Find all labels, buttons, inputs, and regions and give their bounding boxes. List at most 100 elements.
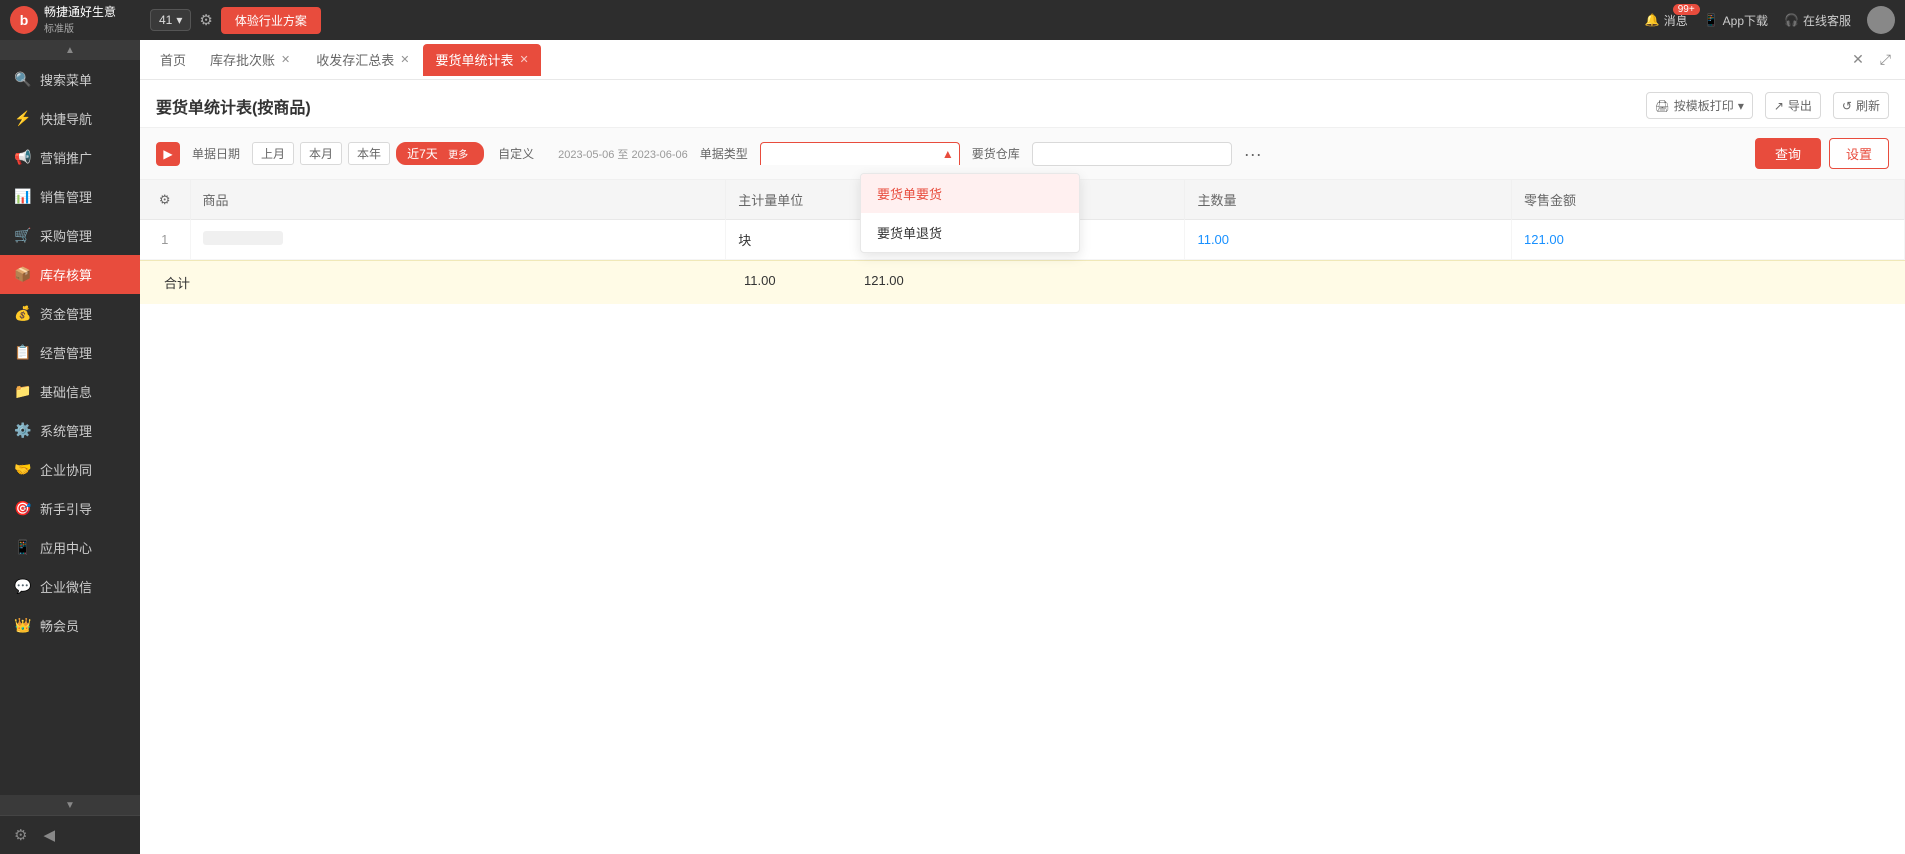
chevron-down-icon: ▾ <box>1738 99 1744 113</box>
main-layout: ▲ 🔍 搜索菜单 ⚡ 快捷导航 📢 营销推广 📊 销售管理 🛒 采购管理 <box>0 40 1905 854</box>
sidebar-item-member[interactable]: 👑 畅会员 <box>0 606 140 645</box>
company-selector[interactable]: 41 ▾ <box>150 9 191 31</box>
sidebar-item-label: 基础信息 <box>40 382 92 401</box>
filter-expand-button[interactable]: ▶ <box>156 142 180 166</box>
sidebar-nav: 🔍 搜索菜单 ⚡ 快捷导航 📢 营销推广 📊 销售管理 🛒 采购管理 📦 <box>0 60 140 795</box>
settings-gear: ⚙ <box>159 192 171 207</box>
promo-button[interactable]: 体验行业方案 <box>221 7 321 34</box>
sidebar-item-label: 企业微信 <box>40 577 92 596</box>
user-avatar[interactable] <box>1867 6 1895 34</box>
inventory-icon: 📦 <box>14 266 32 284</box>
sidebar-item-label: 应用中心 <box>40 538 92 557</box>
warehouse-input[interactable] <box>1032 142 1232 166</box>
sidebar-item-marketing[interactable]: 📢 营销推广 <box>0 138 140 177</box>
col-settings[interactable]: ⚙ <box>140 180 190 220</box>
sidebar-item-label: 企业协同 <box>40 460 92 479</box>
sidebar-item-label: 库存核算 <box>40 265 92 284</box>
sidebar-item-wechat[interactable]: 💬 企业微信 <box>0 567 140 606</box>
footer-label: 合计 <box>152 273 732 292</box>
marketing-icon: 📢 <box>14 149 32 167</box>
top-header: b 畅捷通好生意 标准版 41 ▾ ⚙ 体验行业方案 🔔 消息 99+ 📱 Ap… <box>0 0 1905 40</box>
date-shortcuts: 上月 本月 本年 近7天 更多 自定义 <box>252 142 542 165</box>
tab-receive-summary[interactable]: 收发存汇总表 ✕ <box>304 44 421 76</box>
tab-close-all-icon[interactable]: ✕ <box>1848 47 1868 72</box>
print-button[interactable]: 🖨 按模板打印 ▾ <box>1646 92 1753 119</box>
sidebar-scroll-up[interactable]: ▲ <box>0 40 140 60</box>
headset-icon: 🎧 <box>1784 13 1799 27</box>
sidebar-item-purchase[interactable]: 🛒 采购管理 <box>0 216 140 255</box>
export-button[interactable]: ↗ 导出 <box>1765 92 1821 119</box>
app-download-item[interactable]: 📱 App下载 <box>1704 12 1768 29</box>
dropdown-item-order[interactable]: 要货单要货 <box>861 174 1079 213</box>
dropdown-item-return[interactable]: 要货单退货 <box>861 213 1079 252</box>
chevron-down-icon: ▾ <box>176 13 182 27</box>
refresh-button[interactable]: ↺ 刷新 <box>1833 92 1889 119</box>
sidebar-scroll-down[interactable]: ▼ <box>0 795 140 815</box>
search-icon: 🔍 <box>14 71 32 89</box>
filter-actions: 查询 设置 <box>1755 138 1889 169</box>
sidebar-item-system[interactable]: ⚙️ 系统管理 <box>0 411 140 450</box>
header-gear-icon[interactable]: ⚙ <box>199 11 212 29</box>
sidebar-item-search[interactable]: 🔍 搜索菜单 <box>0 60 140 99</box>
sidebar-item-label: 新手引导 <box>40 499 92 518</box>
cell-product <box>190 220 726 260</box>
sidebar-item-operations[interactable]: 📋 经营管理 <box>0 333 140 372</box>
sidebar-item-enterprise[interactable]: 🤝 企业协同 <box>0 450 140 489</box>
expand-icon: ▶ <box>163 147 172 161</box>
sidebar-item-inventory[interactable]: 📦 库存核算 <box>0 255 140 294</box>
footer-quantity: 11.00 <box>732 273 852 292</box>
sidebar-item-sales[interactable]: 📊 销售管理 <box>0 177 140 216</box>
content-area: 首页 库存批次账 ✕ 收发存汇总表 ✕ 要货单统计表 ✕ ✕ ⤢ <box>140 40 1905 854</box>
tab-expand-icon[interactable]: ⤢ <box>1876 47 1895 72</box>
this-year-button[interactable]: 本年 <box>348 142 390 165</box>
tab-bar: 首页 库存批次账 ✕ 收发存汇总表 ✕ 要货单统计表 ✕ ✕ ⤢ <box>140 40 1905 80</box>
tab-home[interactable]: 首页 <box>150 44 196 76</box>
type-input[interactable] <box>760 142 960 165</box>
print-icon: 🖨 <box>1655 99 1670 113</box>
sidebar-bottom: ⚙ ◀ <box>0 815 140 854</box>
tab-order-summary[interactable]: 要货单统计表 ✕ <box>423 44 540 76</box>
tab-close-icon[interactable]: ✕ <box>400 53 409 66</box>
app-name: 畅捷通好生意 <box>44 5 116 21</box>
settings-button[interactable]: 设置 <box>1829 138 1889 169</box>
export-icon: ↗ <box>1774 99 1784 113</box>
sidebar-item-appstore[interactable]: 📱 应用中心 <box>0 528 140 567</box>
sidebar-item-quick-nav[interactable]: ⚡ 快捷导航 <box>0 99 140 138</box>
sidebar: ▲ 🔍 搜索菜单 ⚡ 快捷导航 📢 营销推广 📊 销售管理 🛒 采购管理 <box>0 40 140 854</box>
this-month-button[interactable]: 本月 <box>300 142 342 165</box>
tab-close-icon[interactable]: ✕ <box>281 53 290 66</box>
product-placeholder <box>203 231 283 245</box>
sidebar-item-label: 搜索菜单 <box>40 70 92 89</box>
chevron-up-icon[interactable]: ▲ <box>942 147 954 161</box>
page-content: 要货单统计表(按商品) 🖨 按模板打印 ▾ ↗ 导出 ↺ <box>140 80 1905 854</box>
settings-gear-icon[interactable]: ⚙ <box>14 826 27 844</box>
last-month-button[interactable]: 上月 <box>252 142 294 165</box>
tab-close-icon[interactable]: ✕ <box>520 53 529 66</box>
warehouse-select <box>1032 142 1232 166</box>
notification-count: 99+ <box>1673 4 1700 15</box>
member-icon: 👑 <box>14 617 32 635</box>
header-middle: 41 ▾ ⚙ 体验行业方案 <box>150 7 1645 34</box>
bell-icon: 🔔 <box>1645 13 1660 27</box>
warehouse-label: 要货仓库 <box>972 145 1020 162</box>
collapse-icon[interactable]: ◀ <box>43 826 55 844</box>
query-button[interactable]: 查询 <box>1755 138 1821 169</box>
online-service-item[interactable]: 🎧 在线客服 <box>1784 12 1851 29</box>
sidebar-item-guide[interactable]: 🎯 新手引导 <box>0 489 140 528</box>
notifications-badge[interactable]: 🔔 消息 99+ <box>1645 12 1688 29</box>
logo-area: b 畅捷通好生意 标准版 <box>10 5 150 36</box>
date-label: 单据日期 <box>192 145 240 162</box>
filter-more-button[interactable]: ··· <box>1244 145 1262 163</box>
wechat-icon: 💬 <box>14 578 32 596</box>
sidebar-item-basics[interactable]: 📁 基础信息 <box>0 372 140 411</box>
tab-inventory-batch[interactable]: 库存批次账 ✕ <box>198 44 302 76</box>
sidebar-item-label: 快捷导航 <box>40 109 92 128</box>
appstore-icon: 📱 <box>14 539 32 557</box>
recent-days-button[interactable]: 近7天 更多 <box>396 142 484 165</box>
sidebar-item-finance[interactable]: 💰 资金管理 <box>0 294 140 333</box>
sidebar-item-label: 经营管理 <box>40 343 92 362</box>
quick-nav-icon: ⚡ <box>14 110 32 128</box>
custom-date-button[interactable]: 自定义 <box>490 143 542 164</box>
tab-bar-right: ✕ ⤢ <box>1848 47 1895 72</box>
sidebar-item-label: 资金管理 <box>40 304 92 323</box>
